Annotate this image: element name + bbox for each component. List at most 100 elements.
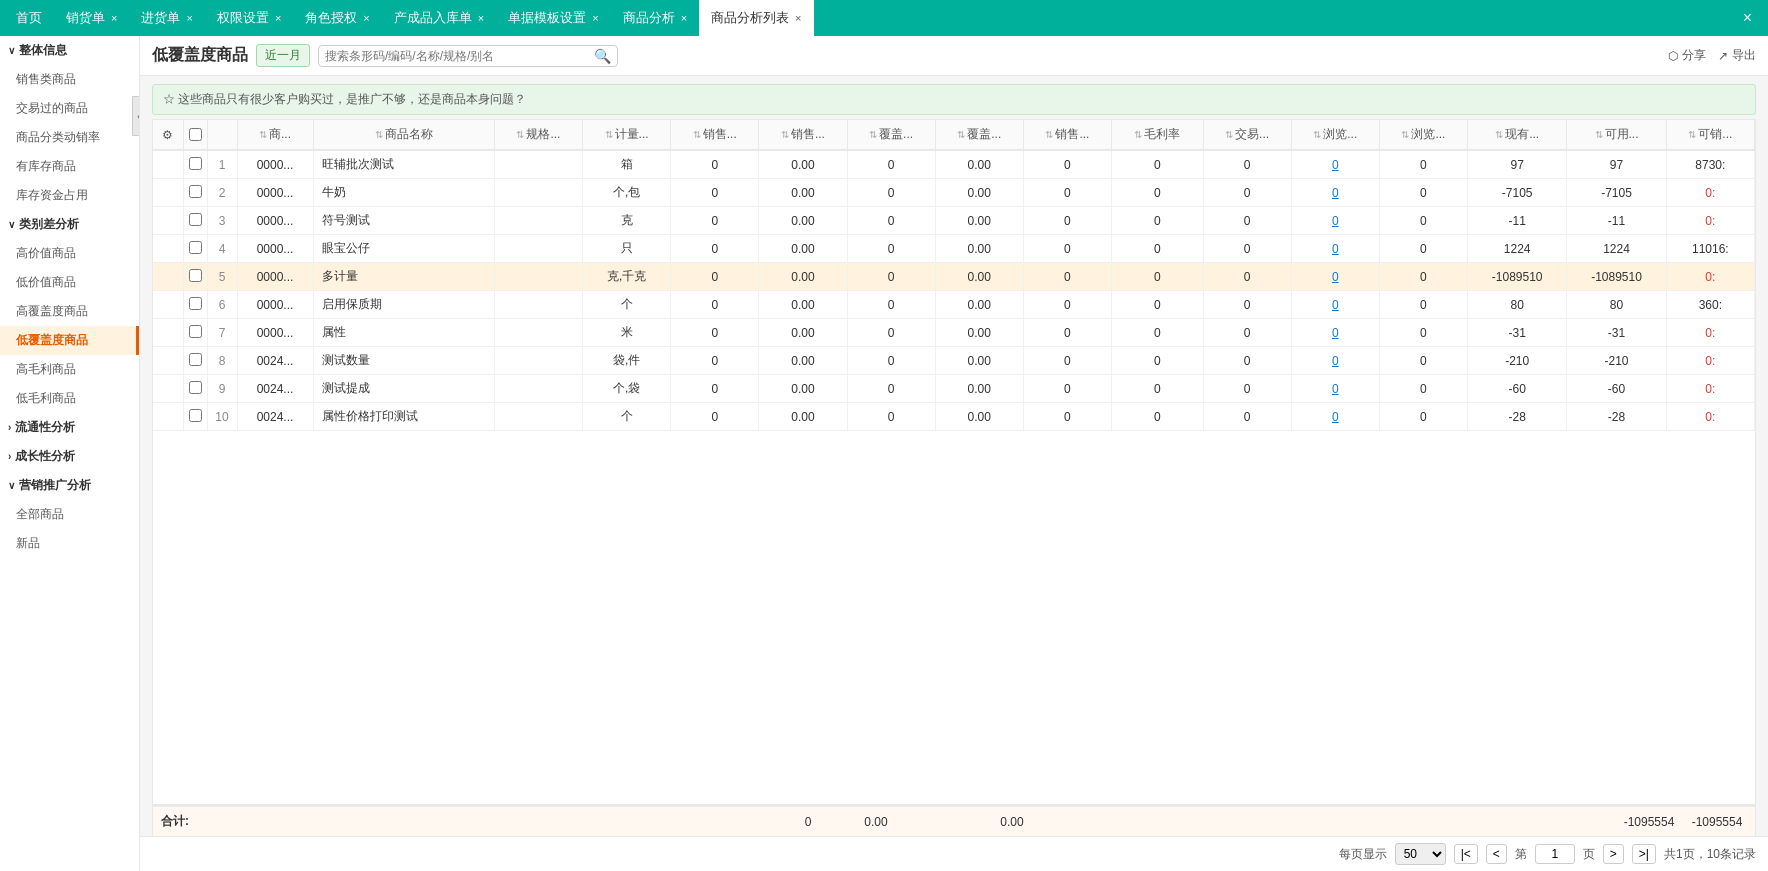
close-icon[interactable]: × [681,12,687,24]
next-page-button[interactable]: > [1603,844,1624,864]
row-spec-9 [494,375,582,403]
row-checkbox-8[interactable] [183,347,207,375]
row-browse1-7[interactable]: 0 [1291,319,1379,347]
sidebar-section-growth[interactable]: › 成长性分析 [0,442,139,471]
row-checkbox-2[interactable] [183,179,207,207]
column-checkbox[interactable] [183,120,207,150]
prev-page-button[interactable]: < [1486,844,1507,864]
page-number-input[interactable] [1535,844,1575,864]
sidebar-section-liquidity[interactable]: › 流通性分析 [0,413,139,442]
column-current[interactable]: ⇅现有... [1468,120,1567,150]
row-checkbox-4[interactable] [183,235,207,263]
row-checkbox-1[interactable] [183,150,207,179]
nav-tab-role[interactable]: 角色授权 × [293,0,381,36]
row-sales1-8: 0 [671,347,759,375]
nav-tab-sales[interactable]: 销货单 × [54,0,129,36]
row-browse1-5[interactable]: 0 [1291,263,1379,291]
column-avail[interactable]: ⇅可用... [1567,120,1666,150]
last-page-button[interactable]: >| [1632,844,1656,864]
sidebar-item-sales-goods[interactable]: 销售类商品 [0,65,139,94]
row-checkbox-10[interactable] [183,403,207,431]
row-cover2-5: 0.00 [935,263,1023,291]
row-unit-1: 箱 [582,150,670,179]
sidebar-item-high-profit[interactable]: 高毛利商品 [0,355,139,384]
row-current-10: -28 [1468,403,1567,431]
row-sales1-7: 0 [671,319,759,347]
row-checkbox-6[interactable] [183,291,207,319]
column-unit[interactable]: ⇅计量... [582,120,670,150]
row-browse1-3[interactable]: 0 [1291,207,1379,235]
column-gross-rate[interactable]: ⇅毛利率 [1112,120,1203,150]
column-code[interactable]: ⇅商... [237,120,313,150]
row-browse1-8[interactable]: 0 [1291,347,1379,375]
row-trade-2: 0 [1203,179,1291,207]
nav-tab-analysis-list[interactable]: 商品分析列表 × [699,0,813,36]
export-button[interactable]: ↗ 导出 [1718,47,1756,64]
row-browse1-10[interactable]: 0 [1291,403,1379,431]
sidebar-item-high-coverage[interactable]: 高覆盖度商品 [0,297,139,326]
select-all-checkbox[interactable] [189,128,202,141]
nav-tab-home[interactable]: 首页 [4,0,54,36]
column-browse1[interactable]: ⇅浏览... [1291,120,1379,150]
row-trade-3: 0 [1203,207,1291,235]
sidebar-item-traded-goods[interactable]: 交易过的商品 [0,94,139,123]
time-filter-button[interactable]: 近一月 [256,44,310,67]
row-checkbox-9[interactable] [183,375,207,403]
sidebar-item-low-profit[interactable]: 低毛利商品 [0,384,139,413]
column-trade[interactable]: ⇅交易... [1203,120,1291,150]
close-icon[interactable]: × [478,12,484,24]
row-browse1-6[interactable]: 0 [1291,291,1379,319]
chevron-right-icon: › [8,422,11,433]
nav-tab-purchase[interactable]: 进货单 × [129,0,204,36]
nav-tab-template[interactable]: 单据模板设置 × [496,0,610,36]
row-checkbox-7[interactable] [183,319,207,347]
close-icon[interactable]: × [363,12,369,24]
sidebar-item-stock-capital[interactable]: 库存资金占用 [0,181,139,210]
row-browse1-2[interactable]: 0 [1291,179,1379,207]
search-input[interactable] [325,49,594,63]
table-row: 70000...属性米00.0000.0000000-31-310: [153,319,1755,347]
row-browse1-4[interactable]: 0 [1291,235,1379,263]
row-checkbox-5[interactable] [183,263,207,291]
sidebar-collapse-button[interactable]: « [132,96,140,136]
page-size-select[interactable]: 50 20 100 200 [1395,843,1446,865]
column-spec[interactable]: ⇅规格... [494,120,582,150]
sidebar-item-all-goods[interactable]: 全部商品 [0,500,139,529]
row-browse1-9[interactable]: 0 [1291,375,1379,403]
nav-tab-production[interactable]: 产成品入库单 × [382,0,496,36]
column-name[interactable]: ⇅商品名称 [313,120,494,150]
sidebar-section-marketing[interactable]: ∨ 营销推广分析 [0,471,139,500]
sidebar-item-low-value[interactable]: 低价值商品 [0,268,139,297]
close-icon[interactable]: × [795,12,801,24]
column-cover2[interactable]: ⇅覆盖... [935,120,1023,150]
column-settings[interactable]: ⚙ [153,120,183,150]
row-num-5: 5 [207,263,237,291]
row-unit-9: 个,袋 [582,375,670,403]
close-icon[interactable]: × [275,12,281,24]
sidebar-section-category-diff[interactable]: ∨ 类别差分析 [0,210,139,239]
sidebar-item-category-rate[interactable]: 商品分类动销率 [0,123,139,152]
column-salable[interactable]: ⇅可销... [1666,120,1754,150]
sidebar-item-high-value[interactable]: 高价值商品 [0,239,139,268]
sidebar-item-new-goods[interactable]: 新品 [0,529,139,558]
column-browse2[interactable]: ⇅浏览... [1379,120,1467,150]
row-browse1-1[interactable]: 0 [1291,150,1379,179]
window-close-button[interactable]: × [1731,0,1764,36]
share-button[interactable]: ⬡ 分享 [1668,47,1706,64]
column-sales1[interactable]: ⇅销售... [671,120,759,150]
data-table-container[interactable]: ⚙ ⇅商... ⇅商品名称 ⇅规格... [152,119,1756,805]
column-sales3[interactable]: ⇅销售... [1023,120,1111,150]
sidebar-item-low-coverage[interactable]: 低覆盖度商品 [0,326,139,355]
nav-tab-analysis[interactable]: 商品分析 × [611,0,699,36]
column-cover1[interactable]: ⇅覆盖... [847,120,935,150]
row-checkbox-3[interactable] [183,207,207,235]
first-page-button[interactable]: |< [1454,844,1478,864]
sidebar-section-overall[interactable]: ∨ 整体信息 [0,36,139,65]
search-icon[interactable]: 🔍 [594,48,611,64]
column-sales2[interactable]: ⇅销售... [759,120,847,150]
close-icon[interactable]: × [186,12,192,24]
close-icon[interactable]: × [111,12,117,24]
sidebar-item-stocked-goods[interactable]: 有库存商品 [0,152,139,181]
nav-tab-permission[interactable]: 权限设置 × [205,0,293,36]
close-icon[interactable]: × [592,12,598,24]
